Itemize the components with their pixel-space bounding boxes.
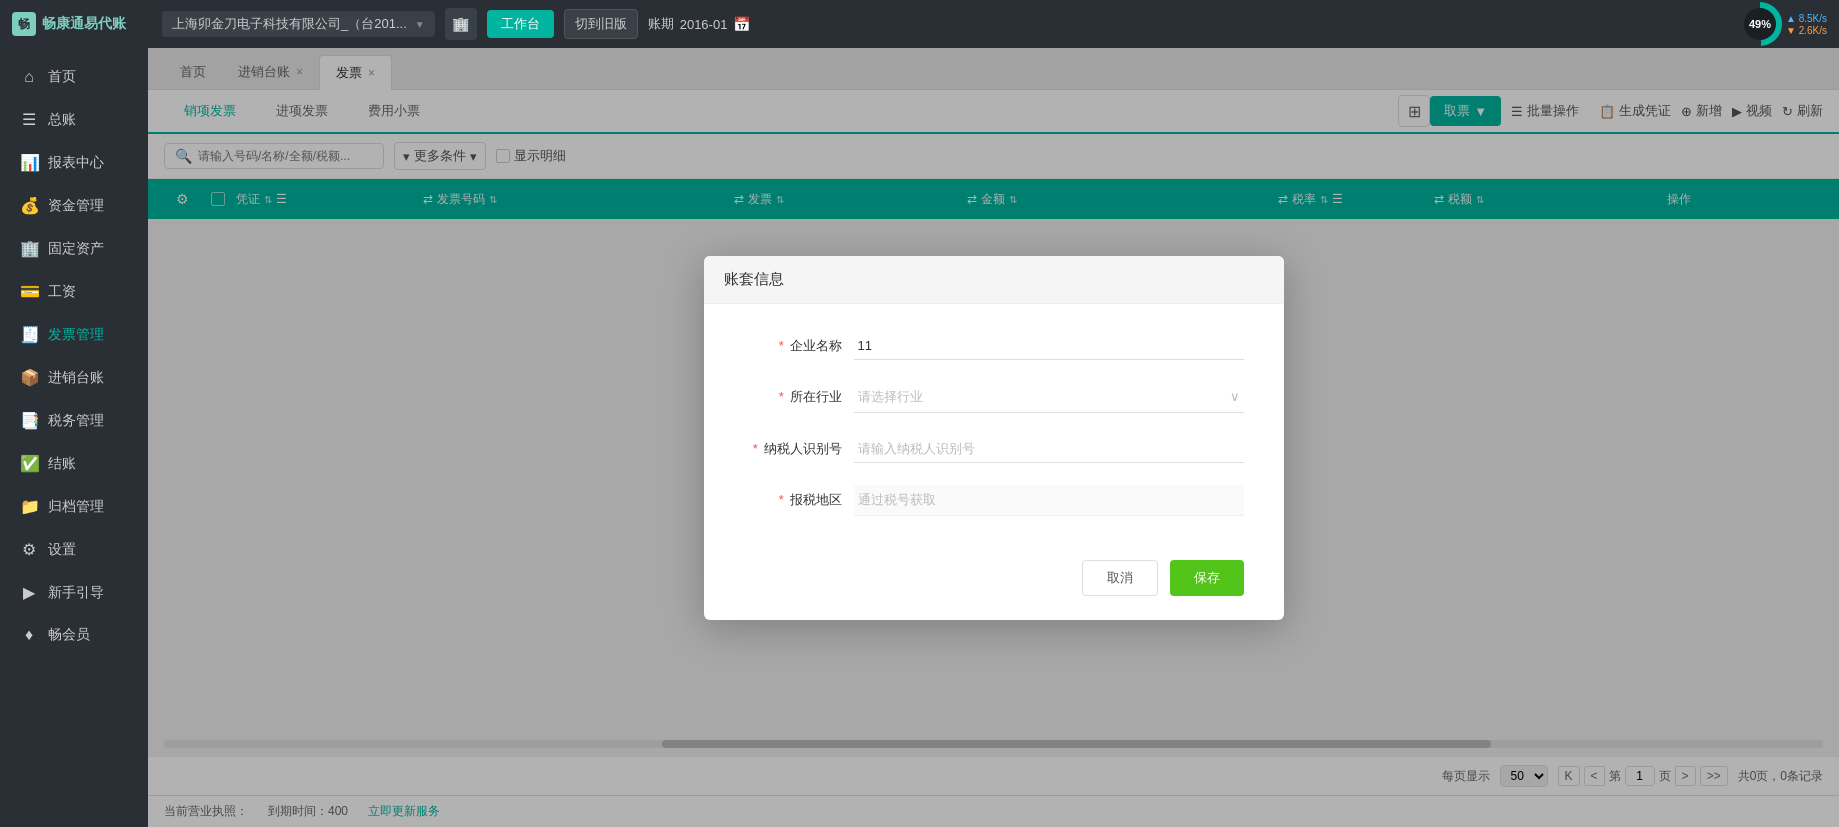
sidebar-item-member[interactable]: ♦ 畅会员 (0, 614, 148, 656)
tax-region-label: * 报税地区 (744, 491, 854, 509)
sidebar: ⌂ 首页 ☰ 总账 📊 报表中心 💰 资金管理 🏢 固定资产 💳 工资 🧾 发票… (0, 48, 148, 827)
company-name-row: * 企业名称 (744, 332, 1244, 360)
industry-row: * 所在行业 请选择行业 ∨ (744, 382, 1244, 413)
assets-icon: 🏢 (20, 239, 38, 258)
archive-icon: 📁 (20, 497, 38, 516)
network-speeds: ▲ 8.5K/s ▼ 2.6K/s (1786, 13, 1827, 36)
sidebar-item-invoice[interactable]: 🧾 发票管理 (0, 313, 148, 356)
ledger-icon: ☰ (20, 110, 38, 129)
required-star-2: * (779, 389, 784, 404)
required-star: * (779, 338, 784, 353)
sidebar-item-home[interactable]: ⌂ 首页 (0, 56, 148, 98)
company-icon-btn[interactable]: 🏢 (445, 8, 477, 40)
report-icon: 📊 (20, 153, 38, 172)
sidebar-item-payroll[interactable]: 💳 工资 (0, 270, 148, 313)
sales-icon: 📦 (20, 368, 38, 387)
sidebar-item-sales-ledger[interactable]: 📦 进销台账 (0, 356, 148, 399)
sidebar-item-finance[interactable]: 💰 资金管理 (0, 184, 148, 227)
company-name-input[interactable] (854, 332, 1244, 360)
sidebar-item-guide[interactable]: ▶ 新手引导 (0, 571, 148, 614)
download-speed: ▼ 2.6K/s (1786, 25, 1827, 36)
workbench-button[interactable]: 工作台 (487, 10, 554, 38)
industry-select[interactable]: 请选择行业 ∨ (854, 382, 1244, 413)
company-name-label: * 企业名称 (744, 337, 854, 355)
gear-icon: ⚙ (20, 540, 38, 559)
closing-icon: ✅ (20, 454, 38, 473)
payroll-icon: 💳 (20, 282, 38, 301)
switch-old-button[interactable]: 切到旧版 (564, 9, 638, 39)
modal-overlay: 账套信息 * 企业名称 * 所在行 (148, 48, 1839, 827)
company-name: 上海卯金刀电子科技有限公司_（台201... (172, 15, 407, 33)
network-status: 49% ▲ 8.5K/s ▼ 2.6K/s (1738, 2, 1827, 46)
industry-label: * 所在行业 (744, 388, 854, 406)
home-icon: ⌂ (20, 68, 38, 86)
upload-speed: ▲ 8.5K/s (1786, 13, 1827, 24)
main-layout: ⌂ 首页 ☰ 总账 📊 报表中心 💰 资金管理 🏢 固定资产 💳 工资 🧾 发票… (0, 48, 1839, 827)
invoice-icon: 🧾 (20, 325, 38, 344)
chevron-down-icon: ▼ (415, 19, 425, 30)
save-button[interactable]: 保存 (1170, 560, 1244, 596)
company-selector[interactable]: 上海卯金刀电子科技有限公司_（台201... ▼ (162, 11, 435, 37)
logo-area: 畅 畅康通易代账 (12, 12, 152, 36)
account-info-dialog: 账套信息 * 企业名称 * 所在行 (704, 256, 1284, 620)
top-header: 畅 畅康通易代账 上海卯金刀电子科技有限公司_（台201... ▼ 🏢 工作台 … (0, 0, 1839, 48)
required-star-3: * (753, 441, 758, 456)
tax-icon: 📑 (20, 411, 38, 430)
app-name: 畅康通易代账 (42, 15, 126, 33)
required-star-4: * (779, 492, 784, 507)
sidebar-item-settings[interactable]: ⚙ 设置 (0, 528, 148, 571)
sidebar-item-tax[interactable]: 📑 税务管理 (0, 399, 148, 442)
progress-circle: 49% (1738, 2, 1782, 46)
dialog-title: 账套信息 (704, 256, 1284, 304)
calendar-icon[interactable]: 📅 (733, 16, 750, 32)
tax-region-display: 通过税号获取 (854, 485, 1244, 516)
sidebar-item-reports[interactable]: 📊 报表中心 (0, 141, 148, 184)
tax-id-label: * 纳税人识别号 (744, 440, 854, 458)
cancel-button[interactable]: 取消 (1082, 560, 1158, 596)
sidebar-item-ledger[interactable]: ☰ 总账 (0, 98, 148, 141)
dialog-footer: 取消 保存 (704, 544, 1284, 620)
logo-icon: 畅 (12, 12, 36, 36)
dialog-body: * 企业名称 * 所在行业 请选择行业 ∨ (704, 304, 1284, 544)
tax-id-input[interactable] (854, 435, 1244, 463)
content-area: 首页 进销台账 × 发票 × 销项发票 进项发票 费用小票 ⊞ (148, 48, 1839, 827)
period-info: 账期 2016-01 📅 (648, 15, 751, 33)
guide-icon: ▶ (20, 583, 38, 602)
tax-id-row: * 纳税人识别号 (744, 435, 1244, 463)
chevron-down-icon-2: ∨ (1230, 389, 1240, 404)
tax-region-row: * 报税地区 通过税号获取 (744, 485, 1244, 516)
member-icon: ♦ (20, 626, 38, 644)
sidebar-item-closing[interactable]: ✅ 结账 (0, 442, 148, 485)
finance-icon: 💰 (20, 196, 38, 215)
sidebar-item-assets[interactable]: 🏢 固定资产 (0, 227, 148, 270)
sidebar-item-archive[interactable]: 📁 归档管理 (0, 485, 148, 528)
